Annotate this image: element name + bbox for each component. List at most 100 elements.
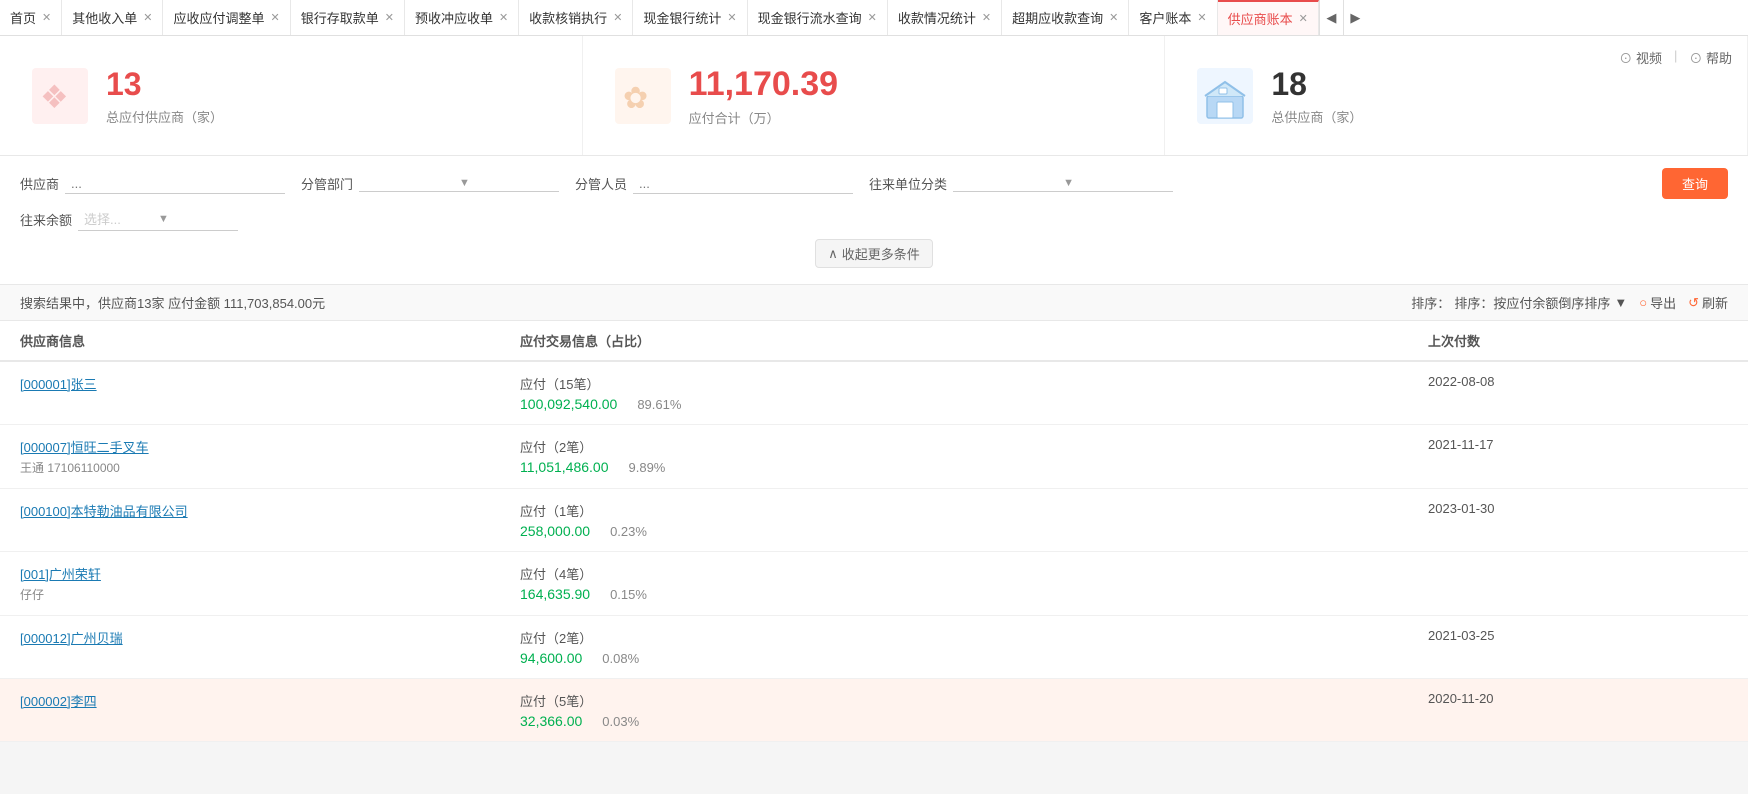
supplier-info-cell: [000100]本特勒油品有限公司: [20, 501, 520, 520]
summary-label-suppliers: 总应付供应商（家）: [106, 107, 223, 126]
data-table: 供应商信息 应付交易信息（占比） 上次付数 [000001]张三 应付（15笔）…: [0, 321, 1748, 742]
tab-close-icon[interactable]: ✕: [270, 11, 279, 24]
supplier-filter-label: 供应商: [20, 174, 59, 193]
nav-left-arrow[interactable]: ◀: [1319, 0, 1343, 36]
tab-overdue-ar[interactable]: 超期应收款查询 ✕: [1002, 0, 1129, 36]
tab-supplier-ledger[interactable]: 供应商账本 ✕: [1218, 0, 1319, 36]
tab-close-icon[interactable]: ✕: [1299, 12, 1308, 25]
tx-label: 应付（2笔）: [520, 628, 1428, 647]
table-row[interactable]: [001]广州荣轩 仔仔 应付（4笔） 164,635.90 0.15%: [0, 552, 1748, 616]
balance-filter-label: 往来余额: [20, 210, 72, 229]
balance-select[interactable]: 选择... ▼: [78, 207, 238, 231]
tx-percent: 89.61%: [637, 397, 681, 412]
tab-cash-bank-stat[interactable]: 现金银行统计 ✕: [633, 0, 747, 36]
tab-bank-deposit[interactable]: 银行存取款单 ✕: [291, 0, 405, 36]
shop-icon: [1195, 66, 1255, 126]
last-pay-cell: 2020-11-20: [1428, 691, 1728, 706]
refresh-button[interactable]: ↺ 刷新: [1688, 293, 1728, 312]
tab-prepay-ar[interactable]: 预收冲应收单 ✕: [405, 0, 519, 36]
tab-close-icon[interactable]: ✕: [868, 11, 877, 24]
filter-area: 供应商 分管部门 ▼ 分管人员 往来单位分类 ▼ 查询 往来余额 选择: [0, 156, 1748, 285]
unit-dropdown-icon: ▼: [1063, 177, 1167, 189]
supplier-link[interactable]: [000012]广州贝瑞: [20, 628, 520, 647]
tab-close-icon[interactable]: ✕: [982, 11, 991, 24]
summary-value-total: 18: [1271, 65, 1362, 103]
tab-close-icon[interactable]: ✕: [499, 11, 508, 24]
tab-close-icon[interactable]: ✕: [1109, 11, 1118, 24]
balance-dropdown-icon: ▼: [158, 213, 232, 225]
tab-close-icon[interactable]: ✕: [727, 11, 736, 24]
tx-percent: 9.89%: [629, 460, 666, 475]
supplier-link[interactable]: [000100]本特勒油品有限公司: [20, 501, 520, 520]
table-row[interactable]: [000007]恒旺二手叉车 王通 17106110000 应付（2笔） 11,…: [0, 425, 1748, 489]
supplier-info-cell: [001]广州荣轩 仔仔: [20, 564, 520, 603]
supplier-sub: 王通 17106110000: [20, 459, 520, 476]
unit-filter-label: 往来单位分类: [869, 174, 947, 193]
tab-close-icon[interactable]: ✕: [143, 11, 152, 24]
tx-info-cell: 应付（4笔） 164,635.90 0.15%: [520, 564, 1428, 602]
result-actions: 排序： 排序：按应付余额倒序排序 ▼ ○ 导出 ↺ 刷新: [1411, 293, 1728, 312]
tx-info-cell: 应付（2笔） 11,051,486.00 9.89%: [520, 437, 1428, 475]
sort-label: 排序：: [1411, 293, 1450, 312]
tab-receipt-stat[interactable]: 收款情况统计 ✕: [888, 0, 1002, 36]
supplier-info-cell: [000012]广州贝瑞: [20, 628, 520, 647]
collapse-button[interactable]: ∧ 收起更多条件: [815, 239, 933, 268]
tab-home[interactable]: 首页 ✕: [0, 0, 62, 36]
nav-right-arrow[interactable]: ▶: [1343, 0, 1367, 36]
person-input[interactable]: [633, 174, 853, 194]
tab-close-icon[interactable]: ✕: [613, 11, 622, 24]
refresh-icon: ↺: [1688, 295, 1699, 311]
tx-info-cell: 应付（2笔） 94,600.00 0.08%: [520, 628, 1428, 666]
column-header-supplier: 供应商信息: [20, 331, 520, 350]
sort-dropdown-icon: ▼: [1614, 295, 1627, 310]
table-row[interactable]: [000100]本特勒油品有限公司 应付（1笔） 258,000.00 0.23…: [0, 489, 1748, 552]
unit-select[interactable]: ▼: [953, 175, 1173, 192]
summary-card-suppliers: ❖ 13 总应付供应商（家）: [0, 36, 583, 155]
tab-close-icon[interactable]: ✕: [1197, 11, 1206, 24]
video-link[interactable]: ⊙ 视频: [1619, 48, 1662, 67]
column-header-lastpay: 上次付数: [1428, 331, 1728, 350]
top-navigation: 首页 ✕ 其他收入单 ✕ 应收应付调整单 ✕ 银行存取款单 ✕ 预收冲应收单 ✕…: [0, 0, 1748, 36]
tx-amount: 258,000.00: [520, 523, 590, 539]
supplier-sub: 仔仔: [20, 586, 520, 603]
tab-close-icon[interactable]: ✕: [42, 11, 51, 24]
summary-value-amount: 11,170.39: [689, 64, 838, 105]
supplier-link[interactable]: [000007]恒旺二手叉车: [20, 437, 520, 456]
table-row[interactable]: [000002]李四 应付（5笔） 32,366.00 0.03% 2020-1…: [0, 679, 1748, 742]
tab-other-income[interactable]: 其他收入单 ✕: [62, 0, 163, 36]
table-row[interactable]: [000012]广州贝瑞 应付（2笔） 94,600.00 0.08% 2021…: [0, 616, 1748, 679]
svg-text:❖: ❖: [40, 79, 69, 115]
amount-icon: ✿: [613, 66, 673, 126]
tab-ar-ap-adjust[interactable]: 应收应付调整单 ✕: [163, 0, 290, 36]
dept-dropdown-icon: ▼: [459, 177, 553, 189]
tab-cash-bank-flow[interactable]: 现金银行流水查询 ✕: [748, 0, 888, 36]
tx-percent: 0.03%: [602, 714, 639, 729]
supplier-input[interactable]: [65, 174, 285, 194]
help-link[interactable]: ⊙ 帮助: [1689, 48, 1732, 67]
tx-label: 应付（1笔）: [520, 501, 1428, 520]
sort-select[interactable]: 排序： 排序：按应付余额倒序排序 ▼: [1411, 293, 1627, 312]
tab-receipt-verify[interactable]: 收款核销执行 ✕: [519, 0, 633, 36]
table-body: [000001]张三 应付（15笔） 100,092,540.00 89.61%…: [0, 362, 1748, 742]
sort-value: 排序：按应付余额倒序排序: [1454, 293, 1610, 312]
tab-close-icon[interactable]: ✕: [385, 11, 394, 24]
tx-label: 应付（4笔）: [520, 564, 1428, 583]
supplier-link[interactable]: [000001]张三: [20, 374, 520, 393]
supplier-info-cell: [000001]张三: [20, 374, 520, 393]
supplier-icon: ❖: [30, 66, 90, 126]
table-row[interactable]: [000001]张三 应付（15笔） 100,092,540.00 89.61%…: [0, 362, 1748, 425]
tx-label: 应付（2笔）: [520, 437, 1428, 456]
search-button[interactable]: 查询: [1662, 168, 1728, 199]
export-icon: ○: [1639, 295, 1647, 310]
supplier-link[interactable]: [001]广州荣轩: [20, 564, 520, 583]
tx-label: 应付（15笔）: [520, 374, 1428, 393]
filter-supplier: 供应商: [20, 174, 285, 194]
last-pay-cell: 2021-03-25: [1428, 628, 1728, 643]
tab-customer-ledger[interactable]: 客户账本 ✕: [1129, 0, 1217, 36]
export-button[interactable]: ○ 导出: [1639, 293, 1676, 312]
dept-select[interactable]: ▼: [359, 175, 559, 192]
supplier-link[interactable]: [000002]李四: [20, 691, 520, 710]
tx-amount: 164,635.90: [520, 586, 590, 602]
filter-person: 分管人员: [575, 174, 853, 194]
last-pay-cell: 2021-11-17: [1428, 437, 1728, 452]
